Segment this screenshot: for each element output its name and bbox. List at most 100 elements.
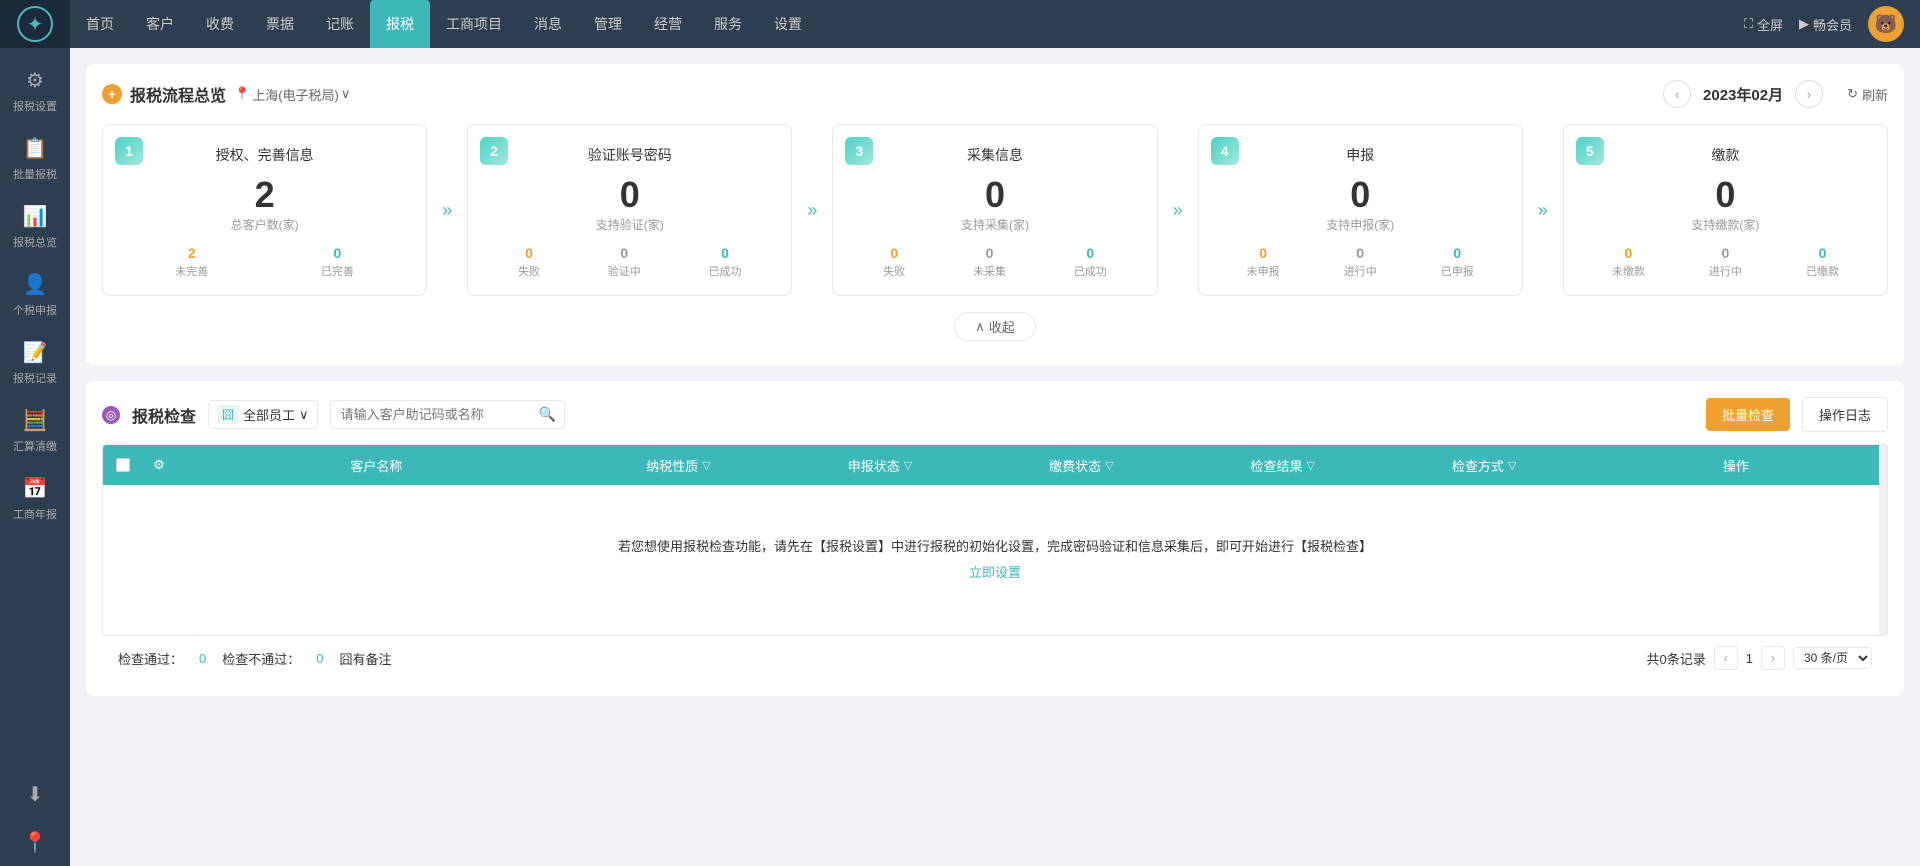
th-gear[interactable]: ⚙ — [143, 457, 175, 473]
stat-label-5-2: 已缴款 — [1806, 263, 1839, 279]
nav-message[interactable]: 消息 — [518, 0, 578, 48]
card-stat-3-0[interactable]: 0 失败 — [883, 245, 905, 279]
card-title-1: 授权、完善信息 — [119, 145, 410, 165]
stat-label-2-0: 失败 — [518, 263, 540, 279]
overview-title-icon: + — [102, 84, 122, 104]
sidebar-item-settlement[interactable]: 🧮 汇算清缴 — [0, 396, 70, 464]
nav-home[interactable]: 首页 — [70, 0, 130, 48]
stat-label-5-1: 进行中 — [1709, 263, 1742, 279]
sidebar-item-tax-settings[interactable]: ⚙ 报税设置 — [0, 56, 70, 124]
card-stat-1-0[interactable]: 2 未完善 — [175, 245, 208, 279]
page-size-select[interactable]: 30 条/页 — [1793, 647, 1872, 669]
avatar[interactable]: 🐻 — [1868, 6, 1904, 42]
member-button[interactable]: ▶ 畅会员 — [1799, 15, 1852, 34]
collapse-up-icon: ∧ — [975, 319, 985, 335]
flow-arrow-2: » — [792, 124, 832, 296]
next-month-button[interactable]: › — [1795, 80, 1823, 108]
collapse-button[interactable]: ∧ 收起 — [954, 312, 1036, 341]
check-title: 报税检查 — [132, 403, 196, 427]
card-stat-2-1[interactable]: 0 验证中 — [608, 245, 641, 279]
check-header: ◎ 报税检查 囧 全部员工 ∨ 🔍 批量检查 操作日志 — [102, 397, 1888, 432]
flow-cards: 1 授权、完善信息 2 总客户数(家) 2 未完善 0 已完善 » — [102, 124, 1888, 296]
th-checkbox[interactable] — [103, 458, 143, 472]
th-action: 操作 — [1585, 456, 1887, 475]
card-stat-2-0[interactable]: 0 失败 — [518, 245, 540, 279]
overview-section: + 报税流程总览 📍 上海(电子税局) ∨ ‹ 2023年02月 › ↻ 刷新 … — [86, 64, 1904, 365]
search-box: 🔍 — [330, 400, 565, 429]
stat-label-3-0: 失败 — [883, 263, 905, 279]
stat-label-3-2: 已成功 — [1074, 263, 1107, 279]
nav-tax[interactable]: 报税 — [370, 0, 430, 48]
card-stat-4-1[interactable]: 0 进行中 — [1344, 245, 1377, 279]
fail-count[interactable]: 0 — [316, 651, 323, 666]
card-stat-5-1[interactable]: 0 进行中 — [1709, 245, 1742, 279]
main-content: + 报税流程总览 📍 上海(电子税局) ∨ ‹ 2023年02月 › ↻ 刷新 … — [70, 48, 1920, 866]
location-selector[interactable]: 📍 上海(电子税局) ∨ — [234, 85, 350, 104]
flow-card-4: 4 申报 0 支持申报(家) 0 未申报 0 进行中 0 已申报 — [1198, 124, 1523, 296]
card-stat-4-2[interactable]: 0 已申报 — [1441, 245, 1474, 279]
nav-fee[interactable]: 收费 — [190, 0, 250, 48]
search-input[interactable] — [331, 402, 531, 427]
logo[interactable]: ✦ — [0, 0, 70, 48]
operation-log-button[interactable]: 操作日志 — [1802, 397, 1888, 432]
nav-settings[interactable]: 设置 — [758, 0, 818, 48]
scrollbar[interactable] — [1879, 445, 1887, 635]
nav-customer[interactable]: 客户 — [130, 0, 190, 48]
table-body-empty: 若您想使用报税检查功能，请先在【报税设置】中进行报税的初始化设置，完成密码验证和… — [103, 485, 1887, 635]
sidebar-item-batch-tax[interactable]: 📋 批量报税 — [0, 124, 70, 192]
refresh-button[interactable]: ↻ 刷新 — [1847, 85, 1888, 104]
card-stat-5-0[interactable]: 0 未缴款 — [1612, 245, 1645, 279]
stat-num-5-2: 0 — [1819, 245, 1827, 261]
step-badge-4: 4 — [1211, 137, 1239, 165]
nav-accounting[interactable]: 记账 — [310, 0, 370, 48]
next-page-button[interactable]: › — [1761, 646, 1785, 670]
fullscreen-button[interactable]: ⛶ 全屏 — [1744, 15, 1783, 34]
nav-business[interactable]: 工商项目 — [430, 0, 518, 48]
sidebar-item-tax-record[interactable]: 📝 报税记录 — [0, 328, 70, 396]
sidebar-item-annual-report[interactable]: 📅 工商年报 — [0, 464, 70, 532]
sidebar-item-location[interactable]: 📍 — [0, 818, 70, 866]
overview-title: 报税流程总览 — [130, 82, 226, 106]
stat-label-4-2: 已申报 — [1441, 263, 1474, 279]
logo-icon: ✦ — [17, 6, 53, 42]
nav-service[interactable]: 服务 — [698, 0, 758, 48]
th-pay-status[interactable]: 缴费状态 ▽ — [981, 456, 1182, 475]
pass-count[interactable]: 0 — [199, 651, 206, 666]
step-badge-3: 3 — [845, 137, 873, 165]
card-stat-2-2[interactable]: 0 已成功 — [709, 245, 742, 279]
prev-month-button[interactable]: ‹ — [1663, 80, 1691, 108]
batch-check-button[interactable]: 批量检查 — [1706, 398, 1790, 431]
card-sub-label-5: 支持缴款(家) — [1580, 216, 1871, 233]
card-stat-1-1[interactable]: 0 已完善 — [321, 245, 354, 279]
nav-manage[interactable]: 管理 — [578, 0, 638, 48]
employee-select[interactable]: 囧 全部员工 ∨ — [208, 400, 318, 429]
stat-num-3-0: 0 — [890, 245, 898, 261]
nav-invoice[interactable]: 票据 — [250, 0, 310, 48]
sidebar-item-download[interactable]: ⬇ — [0, 770, 70, 818]
chevron-down-icon: ∨ — [299, 407, 309, 423]
th-declare-status[interactable]: 申报状态 ▽ — [779, 456, 980, 475]
card-stats-3: 0 失败 0 未采集 0 已成功 — [849, 245, 1140, 279]
table-header: ⚙ 客户名称 纳税性质 ▽ 申报状态 ▽ 缴费状态 ▽ 检查结果 — [103, 445, 1887, 485]
card-stat-4-0[interactable]: 0 未申报 — [1247, 245, 1280, 279]
card-stats-5: 0 未缴款 0 进行中 0 已缴款 — [1580, 245, 1871, 279]
card-stat-5-2[interactable]: 0 已缴款 — [1806, 245, 1839, 279]
card-stat-3-2[interactable]: 0 已成功 — [1074, 245, 1107, 279]
sidebar-item-personal-tax[interactable]: 👤 个税申报 — [0, 260, 70, 328]
card-stat-3-1[interactable]: 0 未采集 — [973, 245, 1006, 279]
card-sub-label-3: 支持采集(家) — [849, 216, 1140, 233]
th-check-result[interactable]: 检查结果 ▽ — [1182, 456, 1383, 475]
setup-link[interactable]: 立即设置 — [969, 565, 1021, 580]
prev-page-button[interactable]: ‹ — [1714, 646, 1738, 670]
personal-tax-icon: 👤 — [21, 270, 49, 298]
flow-card-2: 2 验证账号密码 0 支持验证(家) 0 失败 0 验证中 0 已成功 — [467, 124, 792, 296]
stat-num-1-1: 0 — [333, 245, 341, 261]
search-button[interactable]: 🔍 — [531, 401, 564, 428]
settlement-icon: 🧮 — [21, 406, 49, 434]
stat-label-4-1: 进行中 — [1344, 263, 1377, 279]
nav-operation[interactable]: 经营 — [638, 0, 698, 48]
th-tax-nature[interactable]: 纳税性质 ▽ — [578, 456, 779, 475]
select-all-checkbox[interactable] — [116, 458, 130, 472]
th-check-method[interactable]: 检查方式 ▽ — [1383, 456, 1584, 475]
sidebar-item-tax-overview[interactable]: 📊 报税总览 — [0, 192, 70, 260]
